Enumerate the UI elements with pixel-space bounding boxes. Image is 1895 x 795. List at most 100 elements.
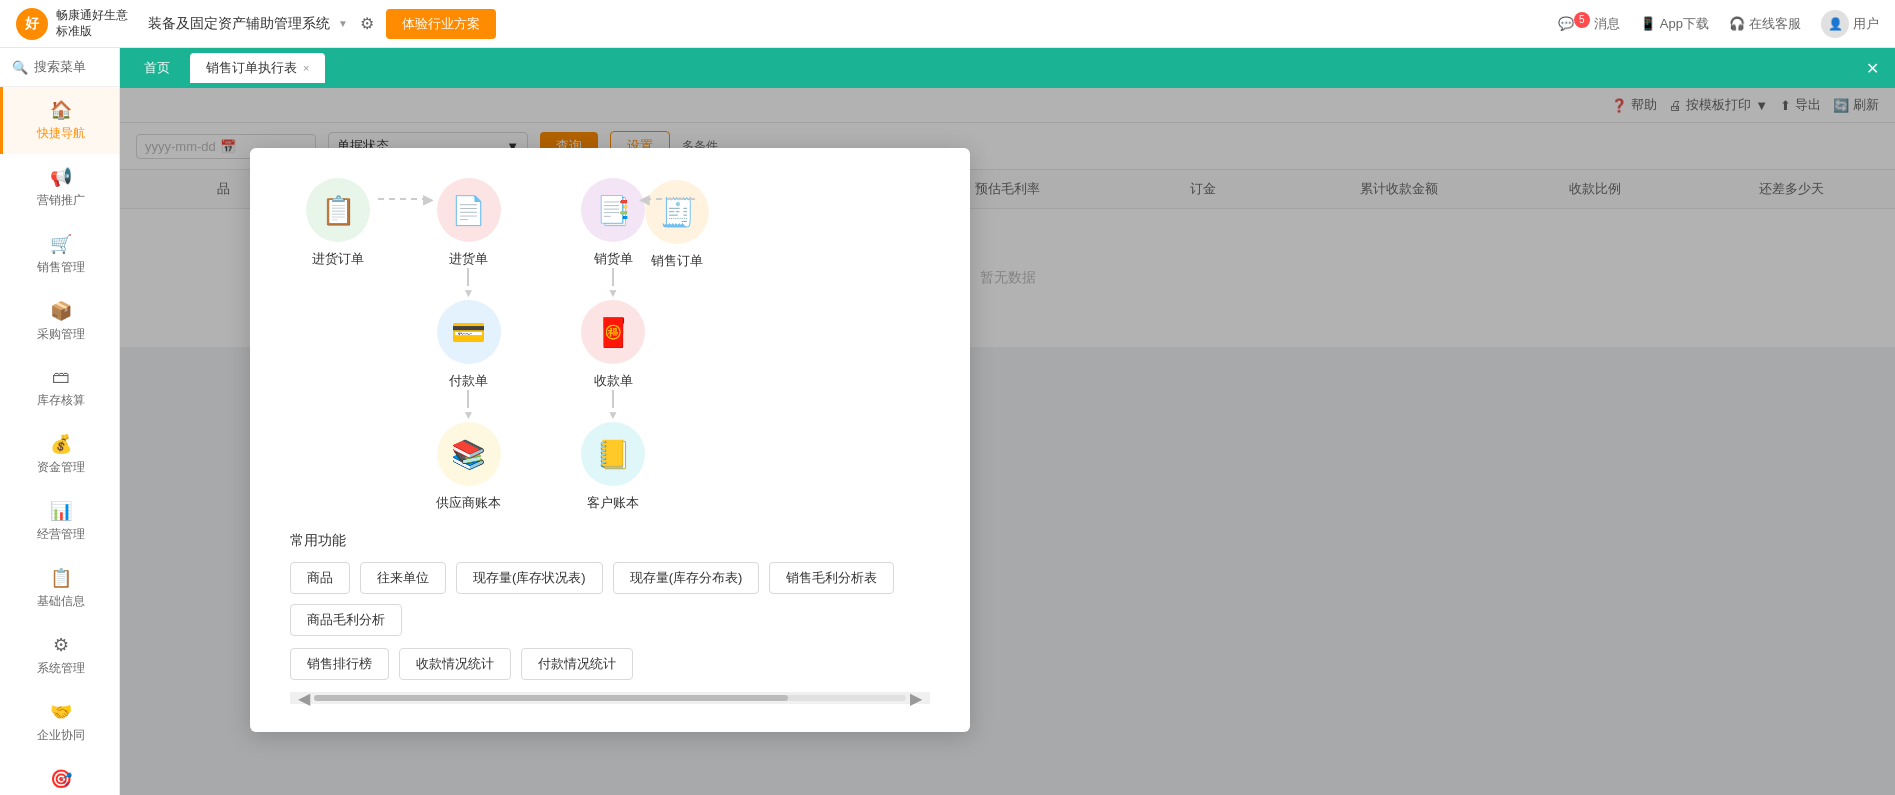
operations-icon: 📊 — [50, 500, 72, 522]
user-item[interactable]: 👤 用户 — [1821, 10, 1879, 38]
common-btn-sales-rank[interactable]: 销售排行榜 — [290, 648, 389, 680]
sidebar-item-finance[interactable]: 💰 资金管理 — [0, 421, 119, 488]
flow-node-purchase-bill[interactable]: 📄 进货单 — [437, 178, 501, 268]
sidebar-item-enterprise[interactable]: 🤝 企业协同 — [0, 689, 119, 756]
supplier-ledger-icon: 📚 — [451, 438, 486, 471]
common-btn-partners[interactable]: 往来单位 — [360, 562, 446, 594]
sidebar-item-inventory[interactable]: 🗃 库存核算 — [0, 355, 119, 421]
flow-node-supplier-ledger[interactable]: 📚 供应商账本 — [436, 422, 501, 512]
sidebar-item-base-info[interactable]: 📋 基础信息 — [0, 555, 119, 622]
scroll-thumb — [314, 695, 788, 701]
enterprise-icon: 🤝 — [50, 701, 72, 723]
header-left: 好 畅康通好生意 标准版 装备及固定资产辅助管理系统 ▼ ⚙ 体验行业方案 — [16, 8, 496, 40]
top-header: 好 畅康通好生意 标准版 装备及固定资产辅助管理系统 ▼ ⚙ 体验行业方案 💬 … — [0, 0, 1895, 48]
service-icon: 🎧 — [1729, 16, 1745, 31]
trial-button[interactable]: 体验行业方案 — [386, 9, 496, 39]
scroll-left-arrow[interactable]: ◀ — [294, 689, 314, 708]
inventory-icon: 🗃 — [52, 367, 70, 388]
system-icon: ⚙ — [53, 634, 69, 656]
sales-bill-circle: 📑 — [581, 178, 645, 242]
newbie-icon: 🎯 — [50, 768, 72, 790]
customer-ledger-icon: 📒 — [596, 438, 631, 471]
common-btn-sales-margin[interactable]: 销售毛利分析表 — [769, 562, 894, 594]
common-btn-receipt-stats[interactable]: 收款情况统计 — [399, 648, 511, 680]
message-icon: 💬 — [1558, 16, 1574, 31]
avatar: 👤 — [1821, 10, 1849, 38]
flow-node-receipt[interactable]: 🧧 收款单 — [581, 300, 645, 390]
purchase-icon: 📦 — [50, 300, 72, 322]
flow-col-purchase-order: 📋 进货订单 — [306, 178, 370, 268]
flow-col-purchase-bill: 📄 进货单 ▼ — [436, 178, 501, 512]
finance-icon: 💰 — [50, 433, 72, 455]
sidebar: 🔍 搜索菜单 🏠 快捷导航 📢 营销推广 🛒 销售管理 📦 采购管理 🗃 库存核… — [0, 48, 120, 795]
tab-bar-close[interactable]: ✕ — [1858, 55, 1887, 82]
flow-node-payment[interactable]: 💳 付款单 — [437, 300, 501, 390]
customer-ledger-circle: 📒 — [581, 422, 645, 486]
scroll-right-arrow[interactable]: ▶ — [906, 689, 926, 708]
message-badge: 5 — [1574, 12, 1590, 28]
settings-icon[interactable]: ⚙ — [360, 14, 374, 33]
arrow-sales-order: ◀ — [645, 198, 695, 200]
common-btn-stock-dist[interactable]: 现存量(库存分布表) — [613, 562, 760, 594]
flow-col-sales-order: ◀ 🧾 销售订单 — [645, 178, 709, 270]
flow-col-sales-bill: 📑 销货单 ▼ — [581, 178, 645, 512]
modal-scrollbar[interactable]: ◀ ▶ — [290, 692, 930, 704]
main-layout: 🔍 搜索菜单 🏠 快捷导航 📢 营销推广 🛒 销售管理 📦 采购管理 🗃 库存核… — [0, 48, 1895, 795]
marketing-icon: 📢 — [50, 166, 72, 188]
quick-modal: 📋 进货订单 ▶ — [250, 148, 970, 732]
tab-sales-order[interactable]: 销售订单执行表 × — [190, 53, 325, 83]
search-icon: 🔍 — [12, 60, 28, 75]
sidebar-item-operations[interactable]: 📊 经营管理 — [0, 488, 119, 555]
app-download-item[interactable]: 📱 App下载 — [1640, 15, 1709, 33]
quick-nav-icon: 🏠 — [50, 99, 72, 121]
logo-text: 畅康通好生意 标准版 — [56, 8, 128, 39]
arrow-down-1: ▼ — [463, 268, 475, 300]
purchase-order-circle: 📋 — [306, 178, 370, 242]
header-right: 💬 5 消息 📱 App下载 🎧 在线客服 👤 用户 — [1558, 10, 1879, 38]
scroll-track[interactable] — [314, 695, 906, 701]
flow-node-sales-order[interactable]: 🧾 销售订单 — [645, 180, 709, 270]
app-icon: 📱 — [1640, 16, 1656, 31]
common-buttons-row2: 销售排行榜 收款情况统计 付款情况统计 — [290, 648, 930, 680]
tab-home[interactable]: 首页 — [128, 53, 186, 83]
common-btn-product-margin[interactable]: 商品毛利分析 — [290, 604, 402, 636]
system-dropdown-arrow[interactable]: ▼ — [338, 18, 348, 29]
modal-body: 📋 进货订单 ▶ — [250, 148, 970, 732]
supplier-ledger-circle: 📚 — [437, 422, 501, 486]
logo-icon: 好 — [16, 8, 48, 40]
sidebar-item-purchase[interactable]: 📦 采购管理 — [0, 288, 119, 355]
arrow-1: ▶ — [378, 198, 428, 200]
arrow-down-3: ▼ — [607, 268, 619, 300]
sales-order-circle: 🧾 — [645, 180, 709, 244]
purchase-bill-circle: 📄 — [437, 178, 501, 242]
sidebar-item-quick-nav[interactable]: 🏠 快捷导航 — [0, 87, 119, 154]
receipt-icon: 🧧 — [596, 316, 631, 349]
content-area: 首页 销售订单执行表 × ✕ ❓ 帮助 🖨 按模板打印 ▼ — [120, 48, 1895, 795]
online-service-item[interactable]: 🎧 在线客服 — [1729, 15, 1801, 33]
sidebar-item-marketing[interactable]: 📢 营销推广 — [0, 154, 119, 221]
search-menu[interactable]: 🔍 搜索菜单 — [0, 48, 119, 87]
purchase-bill-icon: 📄 — [451, 194, 486, 227]
arrow-down-2: ▼ — [463, 390, 475, 422]
flow-node-purchase-order[interactable]: 📋 进货订单 — [306, 178, 370, 268]
flow-node-customer-ledger[interactable]: 📒 客户账本 — [581, 422, 645, 512]
payment-icon: 💳 — [451, 316, 486, 349]
logo-area: 好 畅康通好生意 标准版 — [16, 8, 136, 40]
message-item[interactable]: 💬 5 消息 — [1558, 15, 1620, 33]
tab-close-icon[interactable]: × — [303, 62, 309, 74]
common-btn-stock-status[interactable]: 现存量(库存状况表) — [456, 562, 603, 594]
flow-node-sales-bill[interactable]: 📑 销货单 — [581, 178, 645, 268]
sidebar-item-newbie[interactable]: 🎯 新手引导 — [0, 756, 119, 795]
sales-order-icon: 🧾 — [660, 196, 695, 229]
system-title: 装备及固定资产辅助管理系统 ▼ — [148, 15, 348, 33]
common-btn-payment-stats[interactable]: 付款情况统计 — [521, 648, 633, 680]
base-info-icon: 📋 — [50, 567, 72, 589]
common-section-title: 常用功能 — [290, 532, 930, 550]
common-section: 常用功能 商品 往来单位 现存量(库存状况表) 现存量(库存分布表) 销售毛利分… — [290, 532, 930, 680]
common-btn-products[interactable]: 商品 — [290, 562, 350, 594]
flow-diagram: 📋 进货订单 ▶ — [290, 178, 930, 512]
page-content: ❓ 帮助 🖨 按模板打印 ▼ ⬆ 导出 🔄 刷新 — [120, 88, 1895, 795]
sidebar-item-system[interactable]: ⚙ 系统管理 — [0, 622, 119, 689]
sales-bill-icon: 📑 — [596, 194, 631, 227]
sidebar-item-sales[interactable]: 🛒 销售管理 — [0, 221, 119, 288]
